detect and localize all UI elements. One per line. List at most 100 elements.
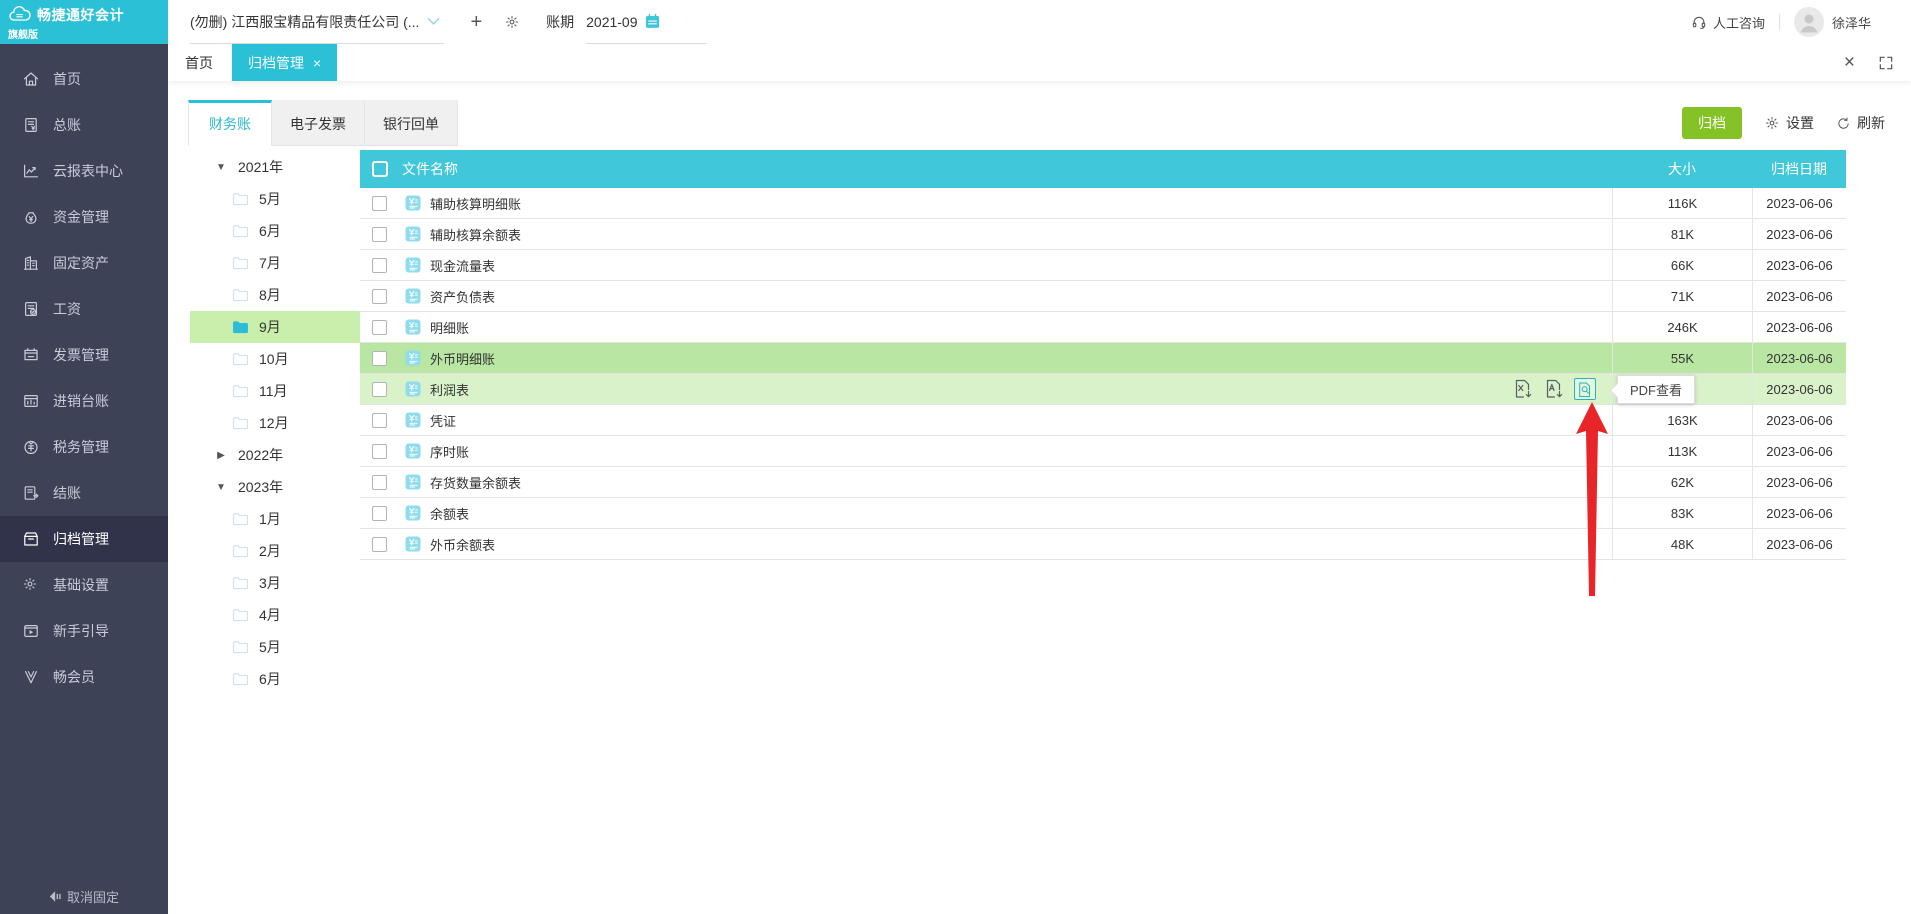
subtab-e-invoice[interactable]: 电子发票 [272,100,365,146]
archive-management-page: 财务账 电子发票 银行回单 归档 设置 刷新 ▼ 2021年 5月 6月 7月 8月 9月 10月… [168,81,1911,914]
file-name: 存货数量余额表 [430,475,522,491]
folder-icon [232,288,249,302]
select-all-checkbox[interactable] [372,161,388,177]
table-row[interactable]: 现金流量表 66K 2023-06-06 [360,250,1846,281]
add-account-button[interactable]: + [470,12,482,32]
tree-month[interactable]: 6月 [190,663,360,695]
sidebar-item-home[interactable]: 首页 [0,56,168,102]
sidebar-item-label: 税务管理 [53,439,109,455]
tab-close-icon[interactable]: × [313,55,321,71]
subtab-bank-receipt[interactable]: 银行回单 [365,100,458,146]
table-row[interactable]: 辅助核算明细账 116K 2023-06-06 [360,188,1846,219]
folder-icon [232,256,249,270]
funds-icon [22,208,40,226]
table-row[interactable]: 明细账 246K 2023-06-06 [360,312,1846,343]
sidebar-menu: 首页 总账 云报表中心 资金管理 固定资产 工资 发票管理 进销台账税务管理结账归档管理基础设… [0,56,168,700]
period-value: 2021-09 [586,13,638,30]
row-checkbox[interactable] [372,257,387,273]
table-row[interactable]: 序时账 113K 2023-06-06 [360,436,1846,467]
sidebar-item-fixed-assets[interactable]: 固定资产 [0,240,168,286]
folder-icon [232,352,249,366]
tree-month[interactable]: 1月 [190,503,360,535]
tree-month[interactable]: 8月 [190,279,360,311]
folder-icon [232,192,249,206]
sidebar-item-tax[interactable]: 税务管理 [0,424,168,470]
sidebar-item-invoice[interactable]: 发票管理 [0,332,168,378]
sidebar-item-member[interactable]: 畅会员 [0,654,168,700]
sidebar-item-purchase-sales[interactable]: 进销台账 [0,378,168,424]
tree-year[interactable]: ▼ 2021年 [190,151,360,183]
excel-download-icon[interactable] [1512,378,1534,400]
tree-year[interactable]: ▼ 2023年 [190,471,360,503]
account-settings-button[interactable] [504,14,520,30]
tree-month[interactable]: 6月 [190,215,360,247]
row-checkbox[interactable] [372,505,387,521]
sidebar-item-archive[interactable]: 归档管理 [0,516,168,562]
tax-icon [22,438,40,456]
period-selector[interactable]: 2021-09 [586,0,707,44]
table-row[interactable]: 利润表72K2023-06-06PDF查看 [360,374,1846,405]
row-checkbox[interactable] [372,319,387,335]
file-size: 71K [1612,281,1752,311]
row-checkbox[interactable] [372,443,387,459]
refresh-icon [1836,116,1851,131]
table-row[interactable]: 资产负债表 71K 2023-06-06 [360,281,1846,312]
table-row[interactable]: 辅助核算余额表 81K 2023-06-06 [360,219,1846,250]
tree-month[interactable]: 5月 [190,183,360,215]
table-row[interactable]: 余额表 83K 2023-06-06 [360,498,1846,529]
table-row[interactable]: 存货数量余额表 62K 2023-06-06 [360,467,1846,498]
tab-archive-management[interactable]: 归档管理 × [232,44,338,81]
tree-month[interactable]: 9月 [190,311,360,343]
sidebar-item-label: 归档管理 [53,531,109,547]
subtab-finance-books[interactable]: 财务账 [188,100,272,146]
refresh-button[interactable]: 刷新 [1836,113,1885,133]
tree-month[interactable]: 3月 [190,567,360,599]
archive-date: 2023-06-06 [1752,312,1846,342]
tree-month-label: 7月 [259,255,281,271]
row-checkbox[interactable] [372,412,387,428]
row-checkbox[interactable] [372,195,387,211]
sidebar-item-payroll[interactable]: 工资 [0,286,168,332]
archive-date: 2023-06-06 [1752,343,1846,373]
tree-month[interactable]: 2月 [190,535,360,567]
company-selector[interactable]: (勿删) 江西服宝精品有限责任公司 (... [190,0,445,44]
support-link[interactable]: 人工咨询 [1691,13,1765,32]
sidebar-item-guide[interactable]: 新手引导 [0,608,168,654]
sidebar-item-general-ledger[interactable]: 总账 [0,102,168,148]
sidebar-item-cloud-reports[interactable]: 云报表中心 [0,148,168,194]
tree-month[interactable]: 4月 [190,599,360,631]
archive-button[interactable]: 归档 [1682,107,1742,139]
sidebar-item-label: 新手引导 [53,623,109,639]
sidebar-item-basic-settings[interactable]: 基础设置 [0,562,168,608]
tree-month[interactable]: 7月 [190,247,360,279]
user-menu[interactable]: 徐泽华 [1793,7,1871,37]
table-row[interactable]: 外币余额表 48K 2023-06-06 [360,529,1846,560]
fullscreen-icon[interactable] [1879,56,1893,70]
tree-month[interactable]: 11月 [190,375,360,407]
pdf-view-icon[interactable] [1574,378,1596,400]
tree-month[interactable]: 10月 [190,343,360,375]
row-checkbox[interactable] [372,226,387,242]
row-checkbox[interactable] [372,474,387,490]
unpin-button[interactable]: 取消固定 [0,887,168,906]
file-name: 辅助核算明细账 [430,196,522,212]
row-checkbox[interactable] [372,288,387,304]
sidebar-item-closing[interactable]: 结账 [0,470,168,516]
table-row[interactable]: 外币明细账 55K 2023-06-06 [360,343,1846,374]
tree-year[interactable]: ▶ 2022年 [190,439,360,471]
invoice-icon [22,346,40,364]
settings-button[interactable]: 设置 [1764,113,1814,133]
tab-home[interactable]: 首页 [172,44,226,81]
row-checkbox[interactable] [372,350,387,366]
tree-month[interactable]: 12月 [190,407,360,439]
archive-date: 2023-06-06 [1752,281,1846,311]
table-row[interactable]: 凭证 163K 2023-06-06 [360,405,1846,436]
sidebar-item-funds[interactable]: 资金管理 [0,194,168,240]
row-checkbox[interactable] [372,381,387,397]
company-name: (勿删) 江西服宝精品有限责任公司 (... [190,13,420,30]
close-icon[interactable]: × [1844,53,1855,72]
pdf-download-icon[interactable] [1543,378,1565,400]
tree-month-label: 4月 [259,607,281,623]
tree-month[interactable]: 5月 [190,631,360,663]
row-checkbox[interactable] [372,536,387,552]
